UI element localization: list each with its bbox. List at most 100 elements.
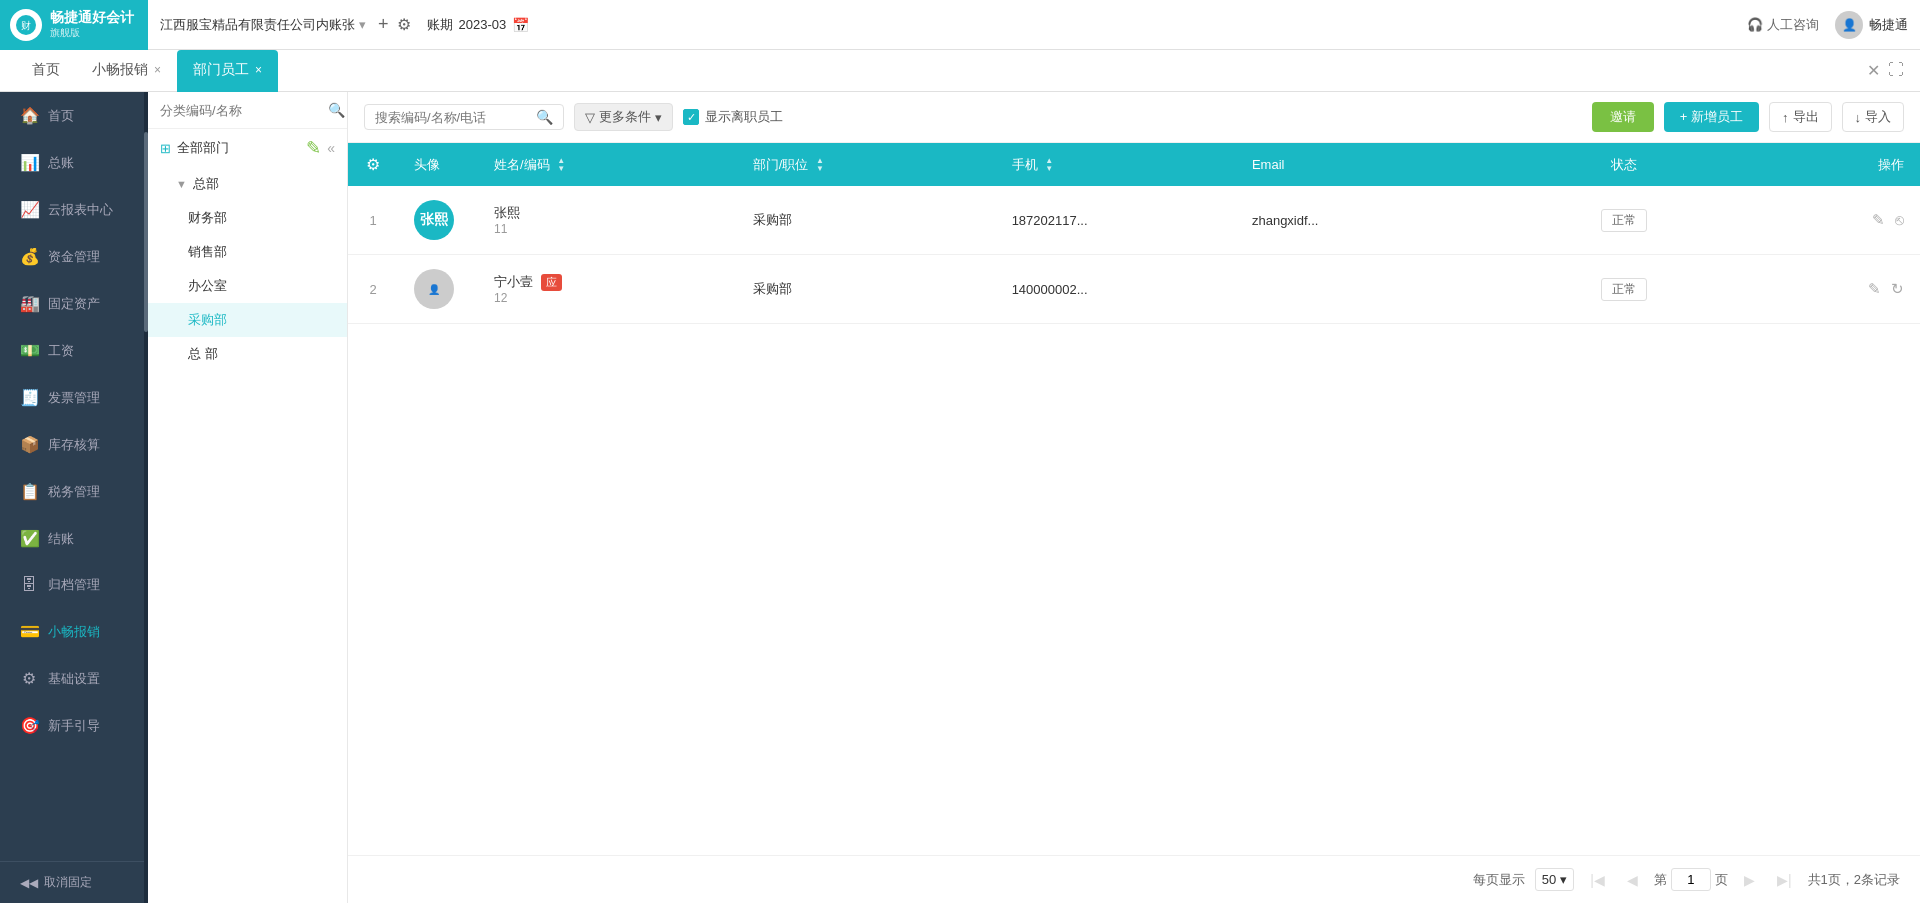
dept-item-office[interactable]: 办公室 xyxy=(148,269,347,303)
col-settings[interactable]: ⚙ xyxy=(348,143,398,186)
name-sort-icon[interactable]: ▲▼ xyxy=(557,157,565,173)
support-button[interactable]: 🎧 人工咨询 xyxy=(1747,16,1819,34)
tab-maximize-icon[interactable]: ⛶ xyxy=(1888,61,1904,80)
tab-dept-emp[interactable]: 部门员工 × xyxy=(177,50,278,92)
sidebar-item-cloud-report[interactable]: 📈 云报表中心 xyxy=(0,186,148,233)
cloud-report-icon: 📈 xyxy=(20,200,38,219)
dept-item-hq2[interactable]: 总 部 xyxy=(148,337,347,371)
dept-add-icon[interactable]: ✎ xyxy=(306,137,321,159)
dept-collapse-icon[interactable]: « xyxy=(327,140,335,156)
sidebar-item-guide[interactable]: 🎯 新手引导 xyxy=(0,702,148,749)
filter-icon: ▽ xyxy=(585,110,595,125)
user-area[interactable]: 👤 畅捷通 xyxy=(1835,11,1908,39)
emp-panel: 🔍 ▽ 更多条件 ▾ ✓ 显示离职员工 邀请 + 新增员工 xyxy=(348,92,1920,903)
close-accounts-icon: ✅ xyxy=(20,529,38,548)
logout-button-1[interactable]: ⎋ xyxy=(1895,211,1904,229)
filter-dropdown-icon: ▾ xyxy=(655,110,662,125)
import-icon: ↓ xyxy=(1855,110,1862,125)
sidebar-item-close-accounts-label: 结账 xyxy=(48,530,74,548)
avatar-cell-2: 👤 xyxy=(398,255,478,324)
sidebar-item-payroll[interactable]: 💵 工资 xyxy=(0,327,148,374)
last-page-button[interactable]: ▶| xyxy=(1771,870,1798,890)
next-page-button[interactable]: ▶ xyxy=(1738,870,1761,890)
archive-icon: 🗄 xyxy=(20,576,38,594)
show-resigned-checkbox[interactable]: ✓ 显示离职员工 xyxy=(683,108,783,126)
sidebar-item-xc-expense[interactable]: 💳 小畅报销 xyxy=(0,608,148,655)
sidebar-item-inventory[interactable]: 📦 库存核算 xyxy=(0,421,148,468)
dept-search-icon[interactable]: 🔍 xyxy=(328,102,345,118)
dept-item-office-label: 办公室 xyxy=(188,277,227,295)
sidebar-item-invoice[interactable]: 🧾 发票管理 xyxy=(0,374,148,421)
dept-expand-arrow-hq: ▼ xyxy=(176,178,187,190)
emp-search-input[interactable] xyxy=(375,110,530,125)
col-avatar: 头像 xyxy=(398,143,478,186)
sidebar-item-home[interactable]: 🏠 首页 xyxy=(0,92,148,139)
edit-button-1[interactable]: ✎ xyxy=(1872,211,1885,229)
tab-home-label: 首页 xyxy=(32,61,60,79)
tab-expense-close[interactable]: × xyxy=(154,63,161,77)
sidebar-item-tax[interactable]: 📋 税务管理 xyxy=(0,468,148,515)
col-dept[interactable]: 部门/职位 ▲▼ xyxy=(737,143,996,186)
company-dropdown-icon[interactable]: ▾ xyxy=(359,17,366,32)
tab-dept-emp-close[interactable]: × xyxy=(255,63,262,77)
dept-item-hq[interactable]: ▼ 总部 xyxy=(148,167,347,201)
phone-sort-icon[interactable]: ▲▼ xyxy=(1045,157,1053,173)
col-name[interactable]: 姓名/编码 ▲▼ xyxy=(478,143,737,186)
emp-code-1: 11 xyxy=(494,222,721,236)
first-page-button[interactable]: |◀ xyxy=(1584,870,1611,890)
sidebar-item-fixed-asset-label: 固定资产 xyxy=(48,295,100,313)
sidebar-item-archive[interactable]: 🗄 归档管理 xyxy=(0,562,148,608)
page-size-select[interactable]: 50 ▾ xyxy=(1535,868,1574,891)
sidebar-item-settings[interactable]: ⚙ 基础设置 xyxy=(0,655,148,702)
invite-button[interactable]: 邀请 xyxy=(1592,102,1654,132)
add-tab-button[interactable]: + xyxy=(378,14,389,35)
add-employee-button[interactable]: + 新增员工 xyxy=(1664,102,1759,132)
tab-expense[interactable]: 小畅报销 × xyxy=(76,50,177,92)
sidebar-item-close-accounts[interactable]: ✅ 结账 xyxy=(0,515,148,562)
all-dept-label[interactable]: ⊞ 全部部门 xyxy=(160,139,229,157)
avatar-text-2: 👤 xyxy=(428,284,440,295)
avatar-icon: 👤 xyxy=(1842,18,1857,32)
refresh-button-2[interactable]: ↻ xyxy=(1891,280,1904,298)
employee-layout: 🔍 ⊞ 全部部门 ✎ « ▼ 总部 xyxy=(148,92,1920,903)
sidebar-item-fixed-asset[interactable]: 🏭 固定资产 xyxy=(0,280,148,327)
page-number-input[interactable] xyxy=(1671,868,1711,891)
sidebar-item-settings-label: 基础设置 xyxy=(48,670,100,688)
col-status: 状态 xyxy=(1513,143,1735,186)
emp-search-icon[interactable]: 🔍 xyxy=(536,109,553,125)
calendar-icon[interactable]: 📅 xyxy=(512,17,529,33)
header-settings-icon[interactable]: ⚙ xyxy=(397,15,411,34)
dept-search-input[interactable] xyxy=(160,103,328,118)
dept-item-purchase[interactable]: 采购部 xyxy=(148,303,347,337)
dept-item-finance[interactable]: 财务部 xyxy=(148,201,347,235)
page-size-dropdown-icon: ▾ xyxy=(1560,872,1567,887)
page-input: 第 页 xyxy=(1654,868,1728,891)
unpin-button[interactable]: ◀◀ 取消固定 xyxy=(0,861,148,903)
emp-name-2: 宁小壹 xyxy=(494,273,533,291)
dept-search-row: 🔍 xyxy=(148,92,347,129)
user-name: 畅捷通 xyxy=(1869,16,1908,34)
tab-minimize-icon[interactable]: ✕ xyxy=(1867,61,1880,80)
sidebar-item-home-label: 首页 xyxy=(48,107,74,125)
sidebar-item-fund[interactable]: 💰 资金管理 xyxy=(0,233,148,280)
edit-button-2[interactable]: ✎ xyxy=(1868,280,1881,298)
period-value[interactable]: 2023-03 xyxy=(459,17,507,32)
action-btns-1: ✎ ⎋ xyxy=(1751,211,1904,229)
page-area: 🔍 ⊞ 全部部门 ✎ « ▼ 总部 xyxy=(148,92,1920,903)
employee-table: ⚙ 头像 姓名/编码 ▲▼ 部门/职位 xyxy=(348,143,1920,324)
left-nav: 🏠 首页 📊 总账 📈 云报表中心 💰 资金管理 🏭 固定资产 💵 工资 🧾 发… xyxy=(0,92,148,903)
col-phone[interactable]: 手机 ▲▼ xyxy=(996,143,1236,186)
tab-home[interactable]: 首页 xyxy=(16,50,76,92)
company-name[interactable]: 江西服宝精品有限责任公司内账张 xyxy=(160,16,355,34)
table-row: 1 张熙 张熙 11 采购部 xyxy=(348,186,1920,255)
import-button[interactable]: ↓ 导入 xyxy=(1842,102,1905,132)
sidebar-item-ledger[interactable]: 📊 总账 xyxy=(0,139,148,186)
dept-tree: ▼ 总部 财务部 销售部 办公室 采购部 xyxy=(148,167,347,903)
prev-page-button[interactable]: ◀ xyxy=(1621,870,1644,890)
dept-sort-icon[interactable]: ▲▼ xyxy=(816,157,824,173)
export-button[interactable]: ↑ 导出 xyxy=(1769,102,1832,132)
dept-item-sales[interactable]: 销售部 xyxy=(148,235,347,269)
unpin-label: 取消固定 xyxy=(44,874,92,891)
table-settings-icon[interactable]: ⚙ xyxy=(366,156,380,173)
more-filter-button[interactable]: ▽ 更多条件 ▾ xyxy=(574,103,673,131)
